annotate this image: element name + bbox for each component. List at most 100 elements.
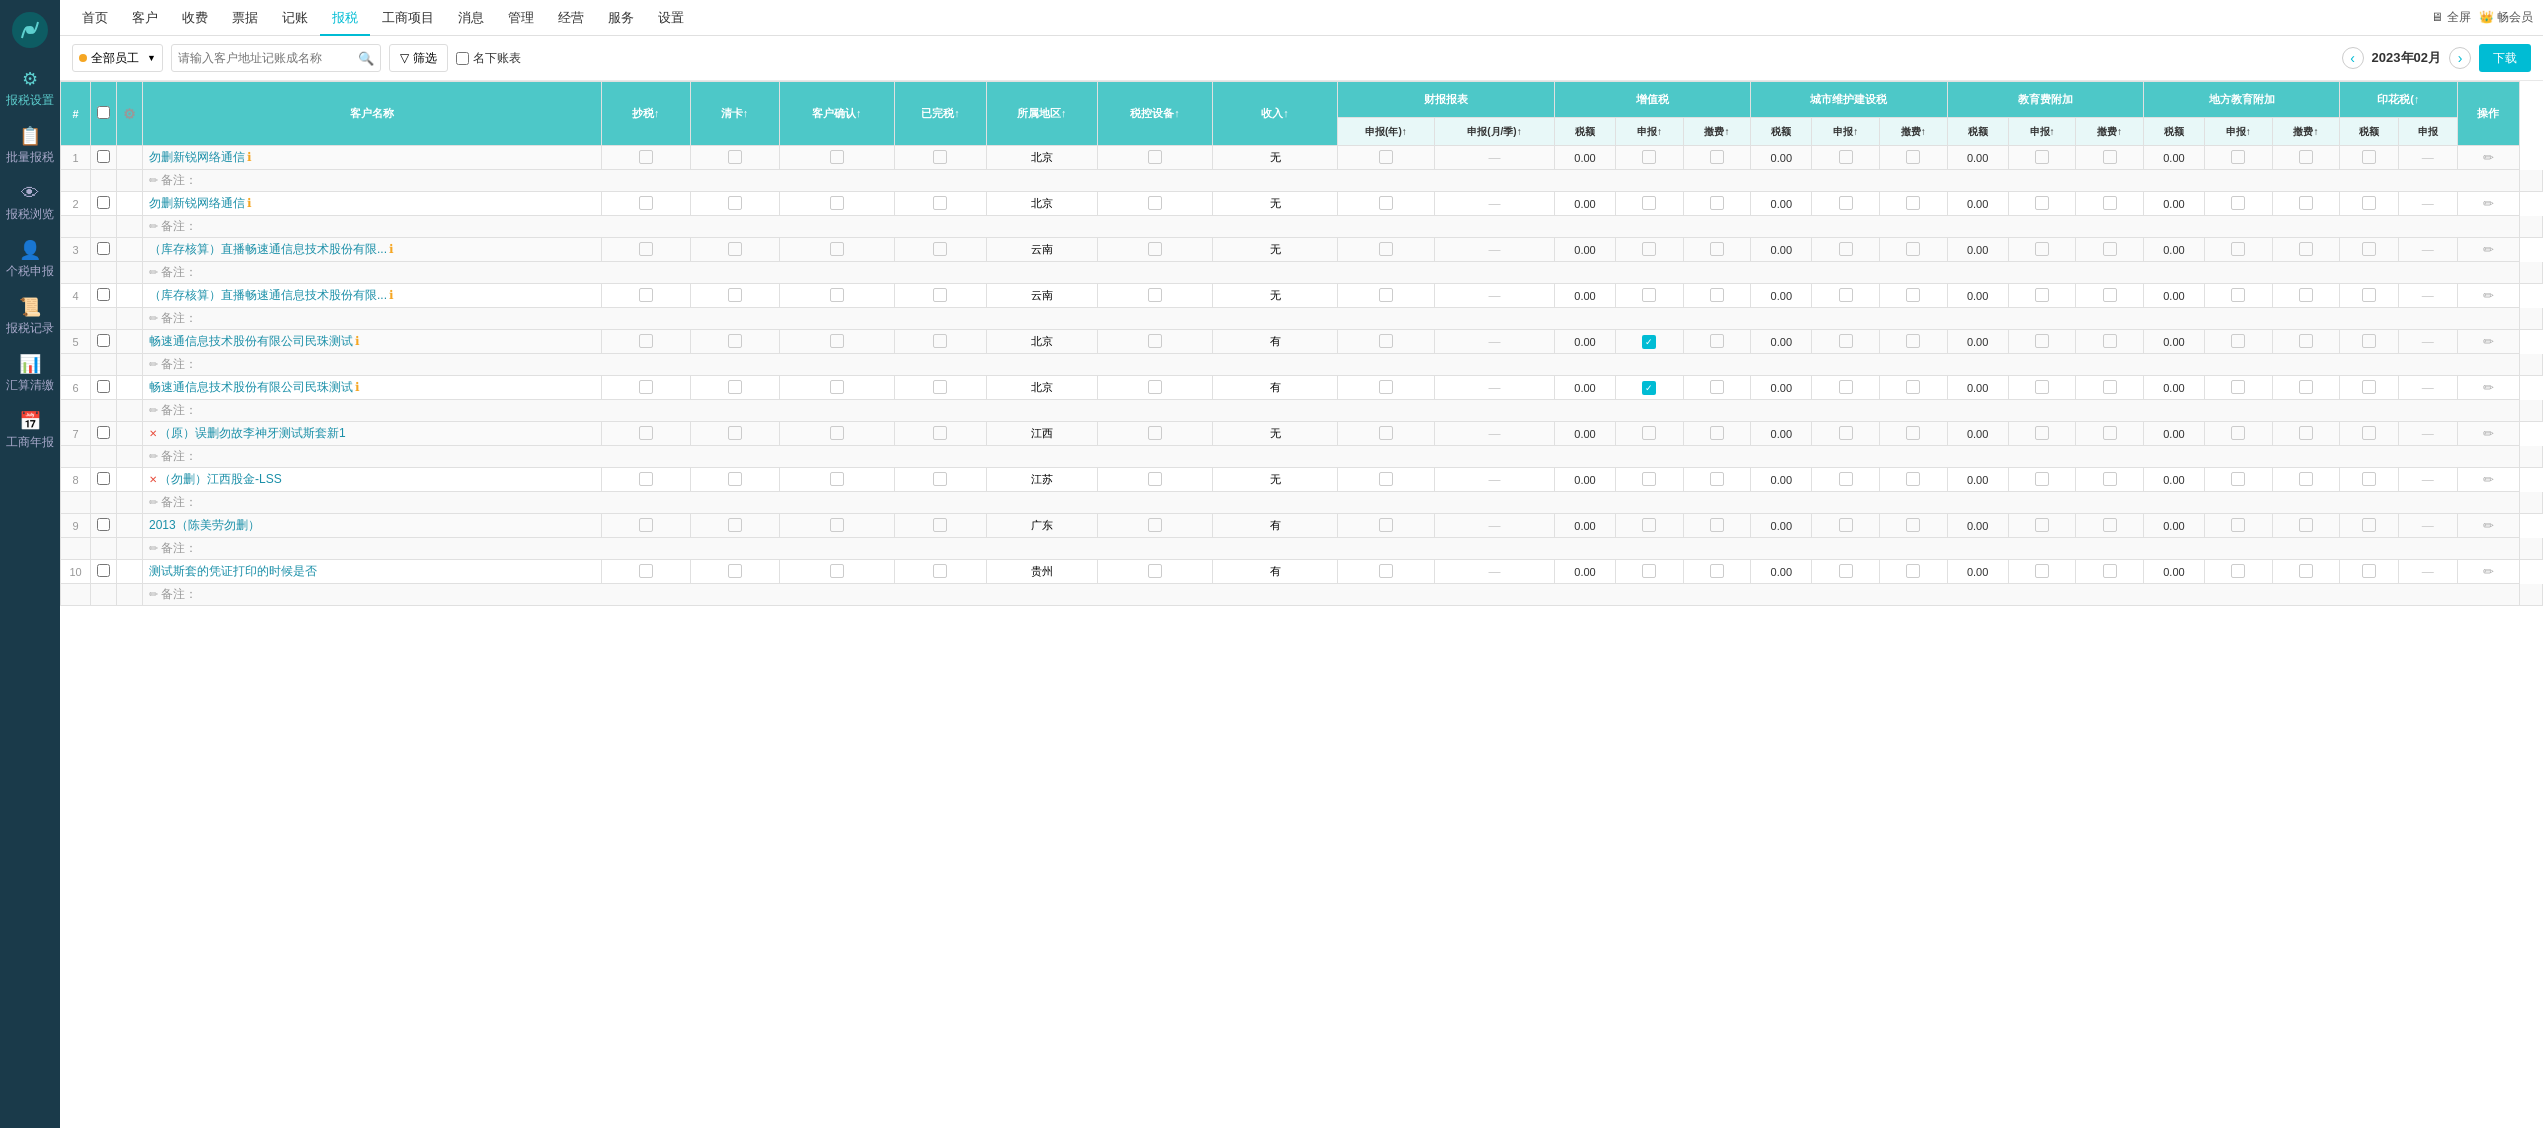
table-wrap[interactable]: # ⚙ 客户名称 抄税↑ 清卡↑ 客户确认↑ 已完税↑ 所属地区↑ 税控设备↑ …: [60, 81, 2543, 1128]
row-select-cell[interactable]: [91, 192, 117, 216]
row-operations[interactable]: ✏: [2457, 560, 2519, 584]
note-edit-icon[interactable]: ✏: [149, 312, 158, 324]
customer-name-link[interactable]: （库存核算）直播畅速通信息技术股份有限...: [149, 288, 387, 302]
row-checkbox[interactable]: [97, 196, 110, 209]
sidebar-item-tax-records[interactable]: 📜 报税记录: [0, 288, 60, 345]
row-select-cell[interactable]: [91, 422, 117, 446]
row-operations[interactable]: ✏: [2457, 330, 2519, 354]
row-operations[interactable]: ✏: [2457, 192, 2519, 216]
row-operations[interactable]: ✏: [2457, 146, 2519, 170]
row-checkbox[interactable]: [97, 564, 110, 577]
nav-operations[interactable]: 经营: [546, 0, 596, 36]
row-checkbox[interactable]: [97, 150, 110, 163]
note-content[interactable]: ✏ 备注：: [143, 446, 2520, 468]
row-select-cell[interactable]: [91, 238, 117, 262]
customer-name-link[interactable]: 勿删新锐网络通信: [149, 150, 245, 164]
edit-icon[interactable]: ✏: [2483, 196, 2494, 211]
edit-icon[interactable]: ✏: [2483, 242, 2494, 257]
search-icon[interactable]: 🔍: [358, 51, 374, 66]
note-content[interactable]: ✏ 备注：: [143, 216, 2520, 238]
row-select-cell[interactable]: [91, 514, 117, 538]
row-operations[interactable]: ✏: [2457, 514, 2519, 538]
customer-name-link[interactable]: （勿删）江西股金-LSS: [159, 472, 282, 486]
row-select-cell[interactable]: [91, 330, 117, 354]
note-content[interactable]: ✏ 备注：: [143, 354, 2520, 376]
row-checkbox[interactable]: [97, 380, 110, 393]
row-checkbox[interactable]: [97, 242, 110, 255]
nav-tax[interactable]: 报税: [320, 0, 370, 36]
note-edit-icon[interactable]: ✏: [149, 220, 158, 232]
note-edit-icon[interactable]: ✏: [149, 450, 158, 462]
nav-management[interactable]: 管理: [496, 0, 546, 36]
sidebar-item-annual-report[interactable]: 📅 工商年报: [0, 402, 60, 459]
nav-billing[interactable]: 收费: [170, 0, 220, 36]
search-input[interactable]: [178, 51, 358, 65]
nav-service[interactable]: 服务: [596, 0, 646, 36]
edit-icon[interactable]: ✏: [2483, 380, 2494, 395]
row-checkbox[interactable]: [97, 472, 110, 485]
th-select-all[interactable]: [91, 82, 117, 146]
th-col-setting[interactable]: ⚙: [117, 82, 143, 146]
nav-home[interactable]: 首页: [70, 0, 120, 36]
note-edit-icon[interactable]: ✏: [149, 358, 158, 370]
nav-industrial[interactable]: 工商项目: [370, 0, 446, 36]
sidebar-item-summary[interactable]: 📊 汇算清缴: [0, 345, 60, 402]
nav-message[interactable]: 消息: [446, 0, 496, 36]
row-checkbox[interactable]: [97, 426, 110, 439]
note-edit-icon[interactable]: ✏: [149, 542, 158, 554]
nav-invoice[interactable]: 票据: [220, 0, 270, 36]
row-select-cell[interactable]: [91, 284, 117, 308]
edit-icon[interactable]: ✏: [2483, 518, 2494, 533]
customer-name-link[interactable]: 勿删新锐网络通信: [149, 196, 245, 210]
edit-icon[interactable]: ✏: [2483, 426, 2494, 441]
edit-icon[interactable]: ✏: [2483, 564, 2494, 579]
select-all-checkbox[interactable]: [97, 106, 110, 119]
note-content[interactable]: ✏ 备注：: [143, 584, 2520, 606]
note-content[interactable]: ✏ 备注：: [143, 308, 2520, 330]
sidebar-item-tax-view[interactable]: 👁 报税浏览: [0, 174, 60, 231]
row-checkbox[interactable]: [97, 288, 110, 301]
note-edit-icon[interactable]: ✏: [149, 404, 158, 416]
next-date-btn[interactable]: ›: [2449, 47, 2471, 69]
row-operations[interactable]: ✏: [2457, 422, 2519, 446]
customer-name-link[interactable]: 测试斯套的凭证打印的时候是否: [149, 564, 317, 578]
prev-date-btn[interactable]: ‹: [2342, 47, 2364, 69]
note-edit-icon[interactable]: ✏: [149, 266, 158, 278]
customer-name-link[interactable]: （库存核算）直播畅速通信息技术股份有限...: [149, 242, 387, 256]
fullscreen-btn[interactable]: 🖥 全屏: [2431, 9, 2470, 26]
note-content[interactable]: ✏ 备注：: [143, 262, 2520, 284]
note-content[interactable]: ✏ 备注：: [143, 492, 2520, 514]
row-select-cell[interactable]: [91, 376, 117, 400]
row-operations[interactable]: ✏: [2457, 376, 2519, 400]
note-edit-icon[interactable]: ✏: [149, 174, 158, 186]
row-checkbox[interactable]: [97, 334, 110, 347]
nav-settings[interactable]: 设置: [646, 0, 696, 36]
row-operations[interactable]: ✏: [2457, 238, 2519, 262]
filter-button[interactable]: ▽ 筛选: [389, 44, 448, 72]
customer-name-link[interactable]: 畅速通信息技术股份有限公司民珠测试: [149, 334, 353, 348]
note-content[interactable]: ✏ 备注：: [143, 170, 2520, 192]
note-edit-icon[interactable]: ✏: [149, 496, 158, 508]
customer-name-link[interactable]: 畅速通信息技术股份有限公司民珠测试: [149, 380, 353, 394]
edit-icon[interactable]: ✏: [2483, 288, 2494, 303]
sidebar-item-personal-tax[interactable]: 👤 个税申报: [0, 231, 60, 288]
sidebar-item-tax-settings[interactable]: ⚙ 报税设置: [0, 60, 60, 117]
employee-filter[interactable]: 全部员工 ▼: [72, 44, 163, 72]
edit-icon[interactable]: ✏: [2483, 334, 2494, 349]
membership-btn[interactable]: 👑 畅会员: [2479, 9, 2533, 26]
named-list-checkbox[interactable]: [456, 52, 469, 65]
row-select-cell[interactable]: [91, 560, 117, 584]
download-button[interactable]: 下载: [2479, 44, 2531, 72]
row-operations[interactable]: ✏: [2457, 468, 2519, 492]
edit-icon[interactable]: ✏: [2483, 472, 2494, 487]
sidebar-item-batch-tax[interactable]: 📋 批量报税: [0, 117, 60, 174]
nav-bookkeeping[interactable]: 记账: [270, 0, 320, 36]
row-checkbox[interactable]: [97, 518, 110, 531]
note-content[interactable]: ✏ 备注：: [143, 400, 2520, 422]
row-operations[interactable]: ✏: [2457, 284, 2519, 308]
nav-customer[interactable]: 客户: [120, 0, 170, 36]
edit-icon[interactable]: ✏: [2483, 150, 2494, 165]
note-content[interactable]: ✏ 备注：: [143, 538, 2520, 560]
row-select-cell[interactable]: [91, 468, 117, 492]
customer-name-link[interactable]: （原）误删勿故李神牙测试斯套新1: [159, 426, 346, 440]
